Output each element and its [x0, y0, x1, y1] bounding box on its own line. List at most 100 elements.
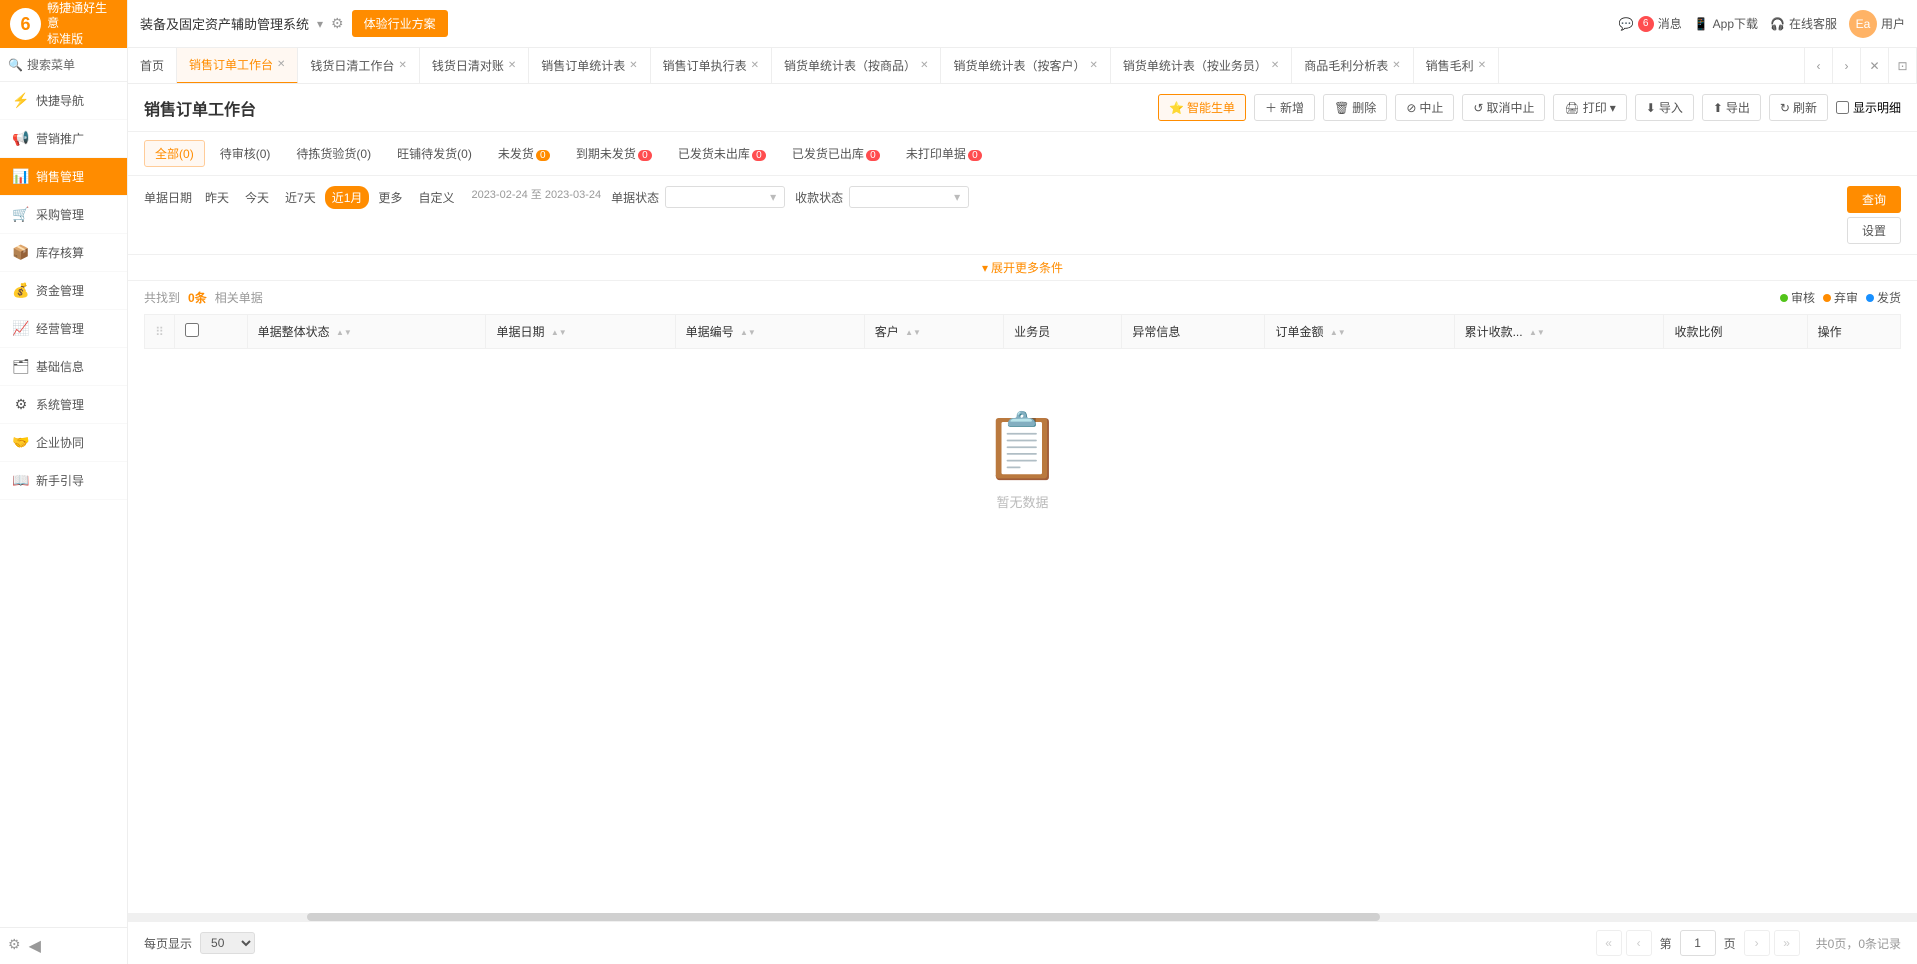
- filter-tab-wangpu[interactable]: 旺铺待发货(0): [386, 140, 483, 167]
- sidebar-nav-system[interactable]: ⚙ 系统管理: [0, 386, 127, 424]
- cancel-review-action-btn[interactable]: 弃审: [1823, 289, 1858, 306]
- show-detail-label[interactable]: 显示明细: [1836, 99, 1901, 116]
- per-page-select[interactable]: 50 10 20 100: [200, 932, 255, 954]
- add-btn[interactable]: ＋ 新增: [1254, 94, 1315, 121]
- payment-select[interactable]: ▾: [849, 186, 969, 208]
- refresh-btn[interactable]: ↻ 刷新: [1769, 94, 1828, 121]
- tab-expand-btn[interactable]: ⊡: [1889, 48, 1917, 84]
- query-btn[interactable]: 查询: [1847, 186, 1901, 213]
- tab-close-goods-margin[interactable]: ✕: [1392, 60, 1400, 71]
- online-service-btn[interactable]: 🎧 在线客服: [1770, 15, 1837, 32]
- ship-action-btn[interactable]: 发货: [1866, 289, 1901, 306]
- tab-sales-exec[interactable]: 销售订单执行表 ✕: [651, 48, 772, 84]
- tab-close-goods-stats-product[interactable]: ✕: [920, 60, 928, 71]
- tab-home[interactable]: 首页: [128, 48, 177, 84]
- filter-tab-unprinted[interactable]: 未打印单据0: [895, 140, 993, 167]
- sidebar-nav-base[interactable]: 🗂 基础信息: [0, 348, 127, 386]
- status-select[interactable]: ▾: [665, 186, 785, 208]
- next-page-btn[interactable]: ›: [1744, 930, 1770, 956]
- filter-tab-shipped-not-out[interactable]: 已发货未出库0: [667, 140, 777, 167]
- user-profile-btn[interactable]: Ea 用户: [1849, 10, 1905, 38]
- sidebar-nav-marketing[interactable]: 📢 营销推广: [0, 120, 127, 158]
- print-btn[interactable]: 🖨 打印 ▾: [1553, 94, 1626, 121]
- filter-tab-pending-inspect[interactable]: 待拣货验货(0): [285, 140, 382, 167]
- sidebar-nav-inventory[interactable]: 📦 库存核算: [0, 234, 127, 272]
- stop-icon: ⊘: [1406, 101, 1416, 115]
- page-input[interactable]: [1680, 930, 1716, 956]
- number-sort-icon[interactable]: ▲▼: [740, 328, 756, 337]
- tab-close-cash-daily[interactable]: ✕: [398, 60, 406, 71]
- header-right: 💬 6 消息 📱 App下载 🎧 在线客服 Ea 用户: [1619, 10, 1905, 38]
- smart-create-btn[interactable]: ⭐ 智能生单: [1158, 94, 1246, 121]
- tab-close-goods-stats-customer[interactable]: ✕: [1089, 60, 1097, 71]
- sidebar-nav-guide[interactable]: 📖 新手引导: [0, 462, 127, 500]
- trial-btn[interactable]: 体验行业方案: [352, 10, 448, 37]
- date-btn-yesterday[interactable]: 昨天: [198, 186, 236, 209]
- tab-close-sales-exec[interactable]: ✕: [751, 60, 759, 71]
- customer-sort-icon[interactable]: ▲▼: [905, 328, 921, 337]
- tab-sales-workbench[interactable]: 销售订单工作台 ✕: [177, 48, 298, 84]
- filter-tab-unshipped[interactable]: 未发货0: [487, 140, 561, 167]
- sidebar-nav-enterprise[interactable]: 🤝 企业协同: [0, 424, 127, 462]
- tab-goods-stats-product[interactable]: 销货单统计表（按商品） ✕: [772, 48, 941, 84]
- app-download-btn[interactable]: 📱 App下载: [1694, 15, 1758, 32]
- scrollbar-thumb[interactable]: [307, 913, 1380, 921]
- tab-sales-stats[interactable]: 销售订单统计表 ✕: [529, 48, 650, 84]
- message-btn[interactable]: 💬 6 消息: [1619, 15, 1682, 32]
- import-btn[interactable]: ⬇ 导入: [1635, 94, 1694, 121]
- select-all-checkbox[interactable]: [185, 323, 199, 337]
- tab-sales-profit[interactable]: 销售毛利 ✕: [1414, 48, 1499, 84]
- filter-tab-overdue[interactable]: 到期未发货0: [565, 140, 663, 167]
- sidebar-nav-finance[interactable]: 💰 资金管理: [0, 272, 127, 310]
- status-sort-icon[interactable]: ▲▼: [336, 328, 352, 337]
- filter-tab-shipped-out[interactable]: 已发货已出库0: [781, 140, 891, 167]
- set-btn[interactable]: 设置: [1847, 217, 1901, 244]
- sidebar-nav-sales[interactable]: 📊 销售管理: [0, 158, 127, 196]
- tab-goods-margin[interactable]: 商品毛利分析表 ✕: [1292, 48, 1413, 84]
- date-btn-1month[interactable]: 近1月: [325, 186, 370, 209]
- tab-cash-daily[interactable]: 钱货日清工作台 ✕: [298, 48, 419, 84]
- tab-goods-stats-customer[interactable]: 销货单统计表（按客户） ✕: [941, 48, 1110, 84]
- date-btn-custom[interactable]: 自定义: [411, 186, 461, 209]
- date-sort-icon[interactable]: ▲▼: [551, 328, 567, 337]
- filter-tabs: 全部(0) 待审核(0) 待拣货验货(0) 旺铺待发货(0) 未发货0 到期未发…: [128, 132, 1917, 176]
- expand-btn[interactable]: ▾ 展开更多条件: [982, 259, 1063, 276]
- sidebar-nav-quick[interactable]: ⚡ 快捷导航: [0, 82, 127, 120]
- sidebar-nav-purchase[interactable]: 🛒 采购管理: [0, 196, 127, 234]
- filter-tab-all[interactable]: 全部(0): [144, 140, 205, 167]
- tab-next-btn[interactable]: ›: [1833, 48, 1861, 84]
- tab-cash-reconcile[interactable]: 钱货日清对账 ✕: [420, 48, 529, 84]
- show-detail-checkbox[interactable]: [1836, 101, 1849, 114]
- date-btn-more[interactable]: 更多: [371, 186, 409, 209]
- tab-close-all-btn[interactable]: ✕: [1861, 48, 1889, 84]
- collected-sort-icon[interactable]: ▲▼: [1529, 328, 1545, 337]
- tab-prev-btn[interactable]: ‹: [1805, 48, 1833, 84]
- logo-text: 畅捷通好生意 标准版: [47, 1, 117, 48]
- date-btn-7days[interactable]: 近7天: [278, 186, 323, 209]
- sidebar-search[interactable]: 🔍 搜索菜单: [0, 48, 127, 82]
- tab-close-sales-stats[interactable]: ✕: [629, 60, 637, 71]
- tab-close-sales-profit[interactable]: ✕: [1478, 60, 1486, 71]
- tab-close-sales-workbench[interactable]: ✕: [277, 59, 285, 70]
- collapse-icon[interactable]: ◀: [29, 936, 41, 956]
- date-btn-today[interactable]: 今天: [238, 186, 276, 209]
- delete-btn[interactable]: 🗑 删除: [1323, 94, 1387, 121]
- tab-goods-stats-salesman[interactable]: 销货单统计表（按业务员） ✕: [1111, 48, 1292, 84]
- cancel-stop-btn[interactable]: ↺ 取消中止: [1462, 94, 1545, 121]
- search-icon: 🔍: [8, 58, 23, 72]
- last-page-btn[interactable]: »: [1774, 930, 1800, 956]
- tab-close-cash-reconcile[interactable]: ✕: [508, 60, 516, 71]
- prev-page-btn[interactable]: ‹: [1626, 930, 1652, 956]
- sidebar-nav-operation[interactable]: 📈 经营管理: [0, 310, 127, 348]
- settings-icon[interactable]: ⚙: [8, 936, 21, 956]
- horizontal-scrollbar[interactable]: [128, 913, 1917, 921]
- header-settings-icon[interactable]: ⚙: [331, 15, 344, 32]
- review-action-btn[interactable]: 审核: [1780, 289, 1815, 306]
- col-checkbox[interactable]: [175, 315, 248, 349]
- amount-sort-icon[interactable]: ▲▼: [1330, 328, 1346, 337]
- filter-tab-pending-review[interactable]: 待审核(0): [209, 140, 282, 167]
- tab-close-goods-stats-salesman[interactable]: ✕: [1271, 60, 1279, 71]
- stop-btn[interactable]: ⊘ 中止: [1395, 94, 1454, 121]
- first-page-btn[interactable]: «: [1596, 930, 1622, 956]
- export-btn[interactable]: ⬆ 导出: [1702, 94, 1761, 121]
